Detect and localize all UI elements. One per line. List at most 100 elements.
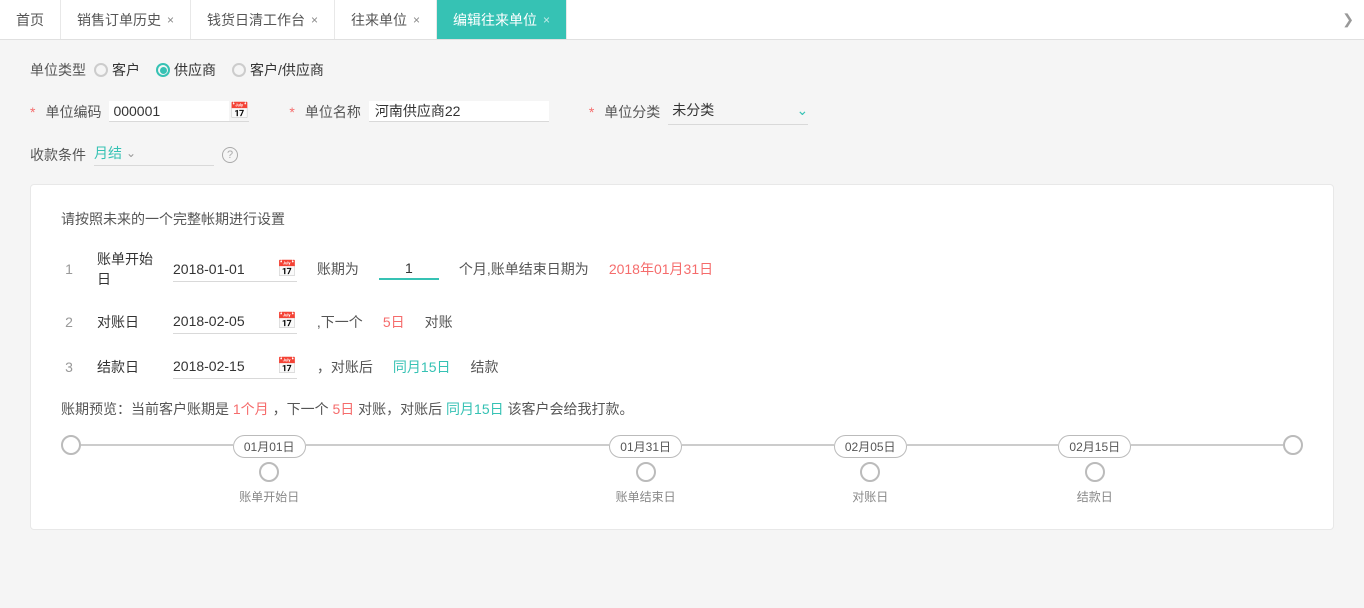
timeline-badge-3: 02月15日: [1058, 435, 1131, 458]
tab-arrow[interactable]: ❯: [1332, 0, 1364, 39]
timeline-badge-0: 01月01日: [233, 435, 306, 458]
unit-type-label: 单位类型: [30, 60, 86, 80]
timeline-end-dot: [1283, 435, 1303, 455]
radio-both-label: 客户/供应商: [250, 60, 324, 80]
row-1-end-date: 2018年01月31日: [609, 259, 713, 279]
timeline-dot-0: [259, 462, 279, 482]
row-1-period-unit: 个月,账单结束日期为: [459, 259, 589, 279]
timeline-dot-1: [636, 462, 656, 482]
unit-details-row: * 单位编码 📅 * 单位名称 * 单位分类 未分类 ⌄: [30, 98, 1334, 125]
tab-edit-partner-close[interactable]: ×: [543, 13, 550, 27]
row-2-date-input[interactable]: [173, 313, 273, 329]
unit-name-group: * 单位名称: [289, 101, 548, 122]
tab-partner[interactable]: 往来单位 ×: [335, 0, 437, 39]
preview-part2-after: 对账，对账后: [358, 401, 442, 417]
row-3-cal-icon[interactable]: 📅: [277, 356, 297, 376]
unit-type-group: 单位类型 客户 供应商 客户/供应商: [30, 60, 324, 80]
preview-part1: 1个月: [233, 401, 269, 417]
unit-name-input[interactable]: [369, 101, 549, 122]
timeline-label-3: 结款日: [1077, 488, 1113, 505]
unit-classify-chevron: ⌄: [797, 102, 809, 119]
tab-home[interactable]: 首页: [0, 0, 61, 39]
tab-edit-partner-label: 编辑往来单位: [453, 10, 537, 30]
timeline-point-0: 01月01日 账单开始日: [233, 435, 306, 505]
preview-label: 账期预览：当前客户账期是: [61, 401, 229, 417]
row-3-num: 3: [61, 359, 77, 375]
unit-classify-select[interactable]: 未分类 ⌄: [668, 98, 808, 125]
radio-customer-label: 客户: [112, 60, 140, 80]
unit-classify-value: 未分类: [668, 98, 792, 122]
row-2-date-wrapper: 📅: [173, 309, 297, 334]
tab-sales-history-close[interactable]: ×: [167, 13, 174, 27]
row-2-cal-icon[interactable]: 📅: [277, 311, 297, 331]
tab-partner-close[interactable]: ×: [413, 13, 420, 27]
preview-section: 账期预览：当前客户账期是 1个月 ，下一个 5日 对账，对账后 同月15日 该客…: [61, 399, 1303, 505]
timeline-start-dot: [61, 435, 81, 455]
tab-cash-work[interactable]: 钱货日清工作台 ×: [191, 0, 335, 39]
payment-condition-value: 月结: [94, 143, 122, 163]
preview-part2-highlight: 5日: [332, 401, 354, 417]
tab-home-label: 首页: [16, 10, 44, 30]
payment-condition-label: 收款条件: [30, 145, 86, 165]
radio-customer[interactable]: 客户: [94, 60, 140, 80]
unit-code-input[interactable]: [109, 101, 229, 121]
row-1-cal-icon[interactable]: 📅: [277, 259, 297, 279]
tab-cash-work-close[interactable]: ×: [311, 13, 318, 27]
row-3-type: 结款日: [97, 357, 153, 377]
setting-row-1: 1 账单开始日 📅 账期为 个月,账单结束日期为 2018年01月31日: [61, 249, 1303, 289]
row-2-date-highlight: 5日: [383, 312, 405, 332]
unit-name-label: 单位名称: [305, 102, 361, 122]
unit-code-group: * 单位编码 📅: [30, 101, 249, 122]
tab-cash-work-label: 钱货日清工作台: [207, 10, 305, 30]
unit-type-row: 单位类型 客户 供应商 客户/供应商: [30, 60, 1334, 80]
unit-code-label: 单位编码: [45, 102, 101, 122]
payment-condition-chevron: ⌄: [126, 146, 136, 160]
unit-code-star: *: [30, 104, 35, 120]
unit-code-input-wrapper: 📅: [109, 101, 249, 122]
radio-both[interactable]: 客户/供应商: [232, 60, 324, 80]
tab-sales-history-label: 销售订单历史: [77, 10, 161, 30]
radio-supplier-label: 供应商: [174, 60, 216, 80]
radio-both-circle: [232, 63, 246, 77]
unit-name-star: *: [289, 104, 294, 120]
row-1-num: 1: [61, 261, 77, 277]
payment-condition-group: 收款条件 月结 ⌄ ?: [30, 143, 238, 166]
row-3-desc-after: 结款: [471, 357, 499, 377]
row-2-desc-after: 对账: [425, 312, 453, 332]
radio-customer-circle: [94, 63, 108, 77]
timeline-label-2: 对账日: [852, 488, 888, 505]
payment-condition-row: 收款条件 月结 ⌄ ?: [30, 143, 1334, 166]
tab-bar: 首页 销售订单历史 × 钱货日清工作台 × 往来单位 × 编辑往来单位 × ❯: [0, 0, 1364, 40]
settings-card: 请按照未来的一个完整帐期进行设置 1 账单开始日 📅 账期为 个月,账单结束日期…: [30, 184, 1334, 530]
setting-row-2: 2 对账日 📅 ,下一个 5日 对账: [61, 309, 1303, 334]
help-icon[interactable]: ?: [222, 147, 238, 163]
radio-group: 客户 供应商 客户/供应商: [94, 60, 324, 80]
timeline: 01月01日 账单开始日 01月31日 账单结束日 02月05日 对账日: [61, 435, 1303, 505]
unit-classify-star: *: [589, 104, 594, 120]
row-1-type: 账单开始日: [97, 249, 153, 289]
tab-edit-partner[interactable]: 编辑往来单位 ×: [437, 0, 567, 39]
timeline-badge-2: 02月05日: [834, 435, 907, 458]
row-1-date-wrapper: 📅: [173, 257, 297, 282]
timeline-dot-3: [1085, 462, 1105, 482]
row-1-date-input[interactable]: [173, 261, 273, 277]
setting-row-3: 3 结款日 📅 ，对账后 同月15日 结款: [61, 354, 1303, 379]
main-content: 单位类型 客户 供应商 客户/供应商 * 单位编码: [0, 40, 1364, 608]
row-3-date-input[interactable]: [173, 358, 273, 374]
row-2-num: 2: [61, 314, 77, 330]
timeline-point-3: 02月15日 结款日: [1058, 435, 1131, 505]
radio-supplier[interactable]: 供应商: [156, 60, 216, 80]
timeline-point-2: 02月05日 对账日: [834, 435, 907, 505]
timeline-badge-1: 01月31日: [609, 435, 682, 458]
unit-code-icon[interactable]: 📅: [229, 101, 249, 121]
preview-part3-after: 该客户会给我打款。: [508, 401, 634, 417]
unit-classify-group: * 单位分类 未分类 ⌄: [589, 98, 808, 125]
row-1-period-input[interactable]: [379, 258, 439, 280]
card-hint: 请按照未来的一个完整帐期进行设置: [61, 209, 1303, 229]
row-2-desc-before: ,下一个: [317, 312, 363, 332]
tab-sales-history[interactable]: 销售订单历史 ×: [61, 0, 191, 39]
payment-condition-select[interactable]: 月结 ⌄: [94, 143, 214, 166]
preview-part2-before: ，下一个: [273, 401, 329, 417]
timeline-point-1: 01月31日 账单结束日: [609, 435, 682, 505]
timeline-label-0: 账单开始日: [239, 488, 299, 505]
